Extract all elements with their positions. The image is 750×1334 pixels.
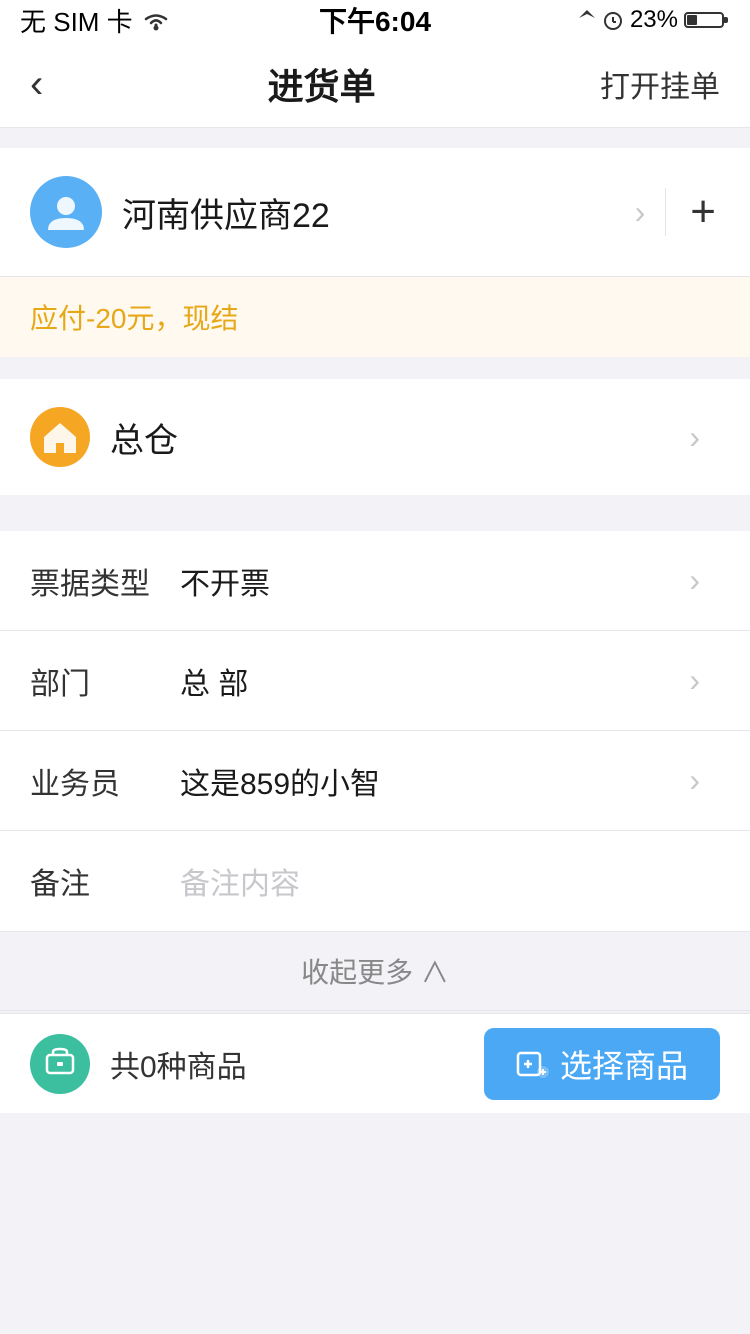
warehouse-name: 总仓 [110, 413, 689, 462]
warehouse-icon [30, 407, 90, 467]
notice-bar: 应付-20元，现结 [0, 277, 750, 357]
invoice-label: 票据类型 [30, 559, 170, 603]
battery-text: 23% [630, 6, 678, 34]
collapse-label: 收起更多 ∧ [301, 951, 449, 991]
status-bar: 无 SIM 卡 下午6:04 23% [0, 0, 750, 40]
wifi-icon [141, 9, 171, 31]
status-right: 23% [578, 6, 730, 34]
alarm-icon [602, 9, 624, 31]
person-icon [44, 190, 88, 234]
nav-bar: ‹ 进货单 打开挂单 [0, 40, 750, 128]
status-left: 无 SIM 卡 [20, 2, 171, 39]
salesperson-label: 业务员 [30, 759, 170, 803]
dept-value: 总 部 [170, 659, 689, 703]
dept-label: 部门 [30, 659, 170, 703]
signal-text: 无 SIM 卡 [20, 2, 133, 39]
warehouse-chevron-icon: › [689, 419, 700, 456]
page-title: 进货单 [268, 58, 376, 110]
select-product-label: 选择商品 [560, 1041, 688, 1087]
remark-input[interactable]: 备注内容 [170, 859, 720, 903]
invoice-value: 不开票 [170, 559, 689, 603]
collapse-row[interactable]: 收起更多 ∧ [0, 931, 750, 1011]
notice-text: 应付-20元，现结 [30, 303, 238, 334]
supplier-name: 河南供应商22 [122, 188, 635, 237]
open-pending-button[interactable]: 打开挂单 [600, 62, 720, 106]
battery-icon [684, 9, 730, 31]
supplier-divider [665, 188, 666, 236]
section-gap-3 [0, 495, 750, 515]
salesperson-row[interactable]: 业务员 这是859的小智 › [0, 731, 750, 831]
section-gap-2 [0, 357, 750, 377]
cart-icon [41, 1045, 79, 1083]
dept-chevron-icon: › [689, 662, 700, 699]
salesperson-value: 这是859的小智 [170, 759, 689, 803]
form-section: 票据类型 不开票 › 部门 总 部 › 业务员 这是859的小智 › 备注 备注… [0, 531, 750, 931]
add-supplier-button[interactable]: + [686, 187, 720, 237]
invoice-chevron-icon: › [689, 562, 700, 599]
product-count: 共0种商品 [110, 1042, 484, 1086]
warehouse-row[interactable]: 总仓 › [0, 379, 750, 495]
product-icon [30, 1034, 90, 1094]
home-icon [42, 419, 78, 455]
bottom-bar: 共0种商品 选择商品 [0, 1013, 750, 1113]
salesperson-chevron-icon: › [689, 762, 700, 799]
status-time: 下午6:04 [319, 0, 431, 40]
select-product-button[interactable]: 选择商品 [484, 1028, 720, 1100]
dept-row[interactable]: 部门 总 部 › [0, 631, 750, 731]
select-product-icon [516, 1047, 550, 1081]
supplier-row[interactable]: 河南供应商22 › + [0, 148, 750, 277]
location-icon [578, 9, 596, 31]
section-gap-1 [0, 128, 750, 148]
remark-row[interactable]: 备注 备注内容 [0, 831, 750, 931]
supplier-chevron-icon: › [635, 194, 646, 231]
remark-label: 备注 [30, 859, 170, 903]
invoice-row[interactable]: 票据类型 不开票 › [0, 531, 750, 631]
back-button[interactable]: ‹ [30, 64, 43, 104]
supplier-avatar [30, 176, 102, 248]
